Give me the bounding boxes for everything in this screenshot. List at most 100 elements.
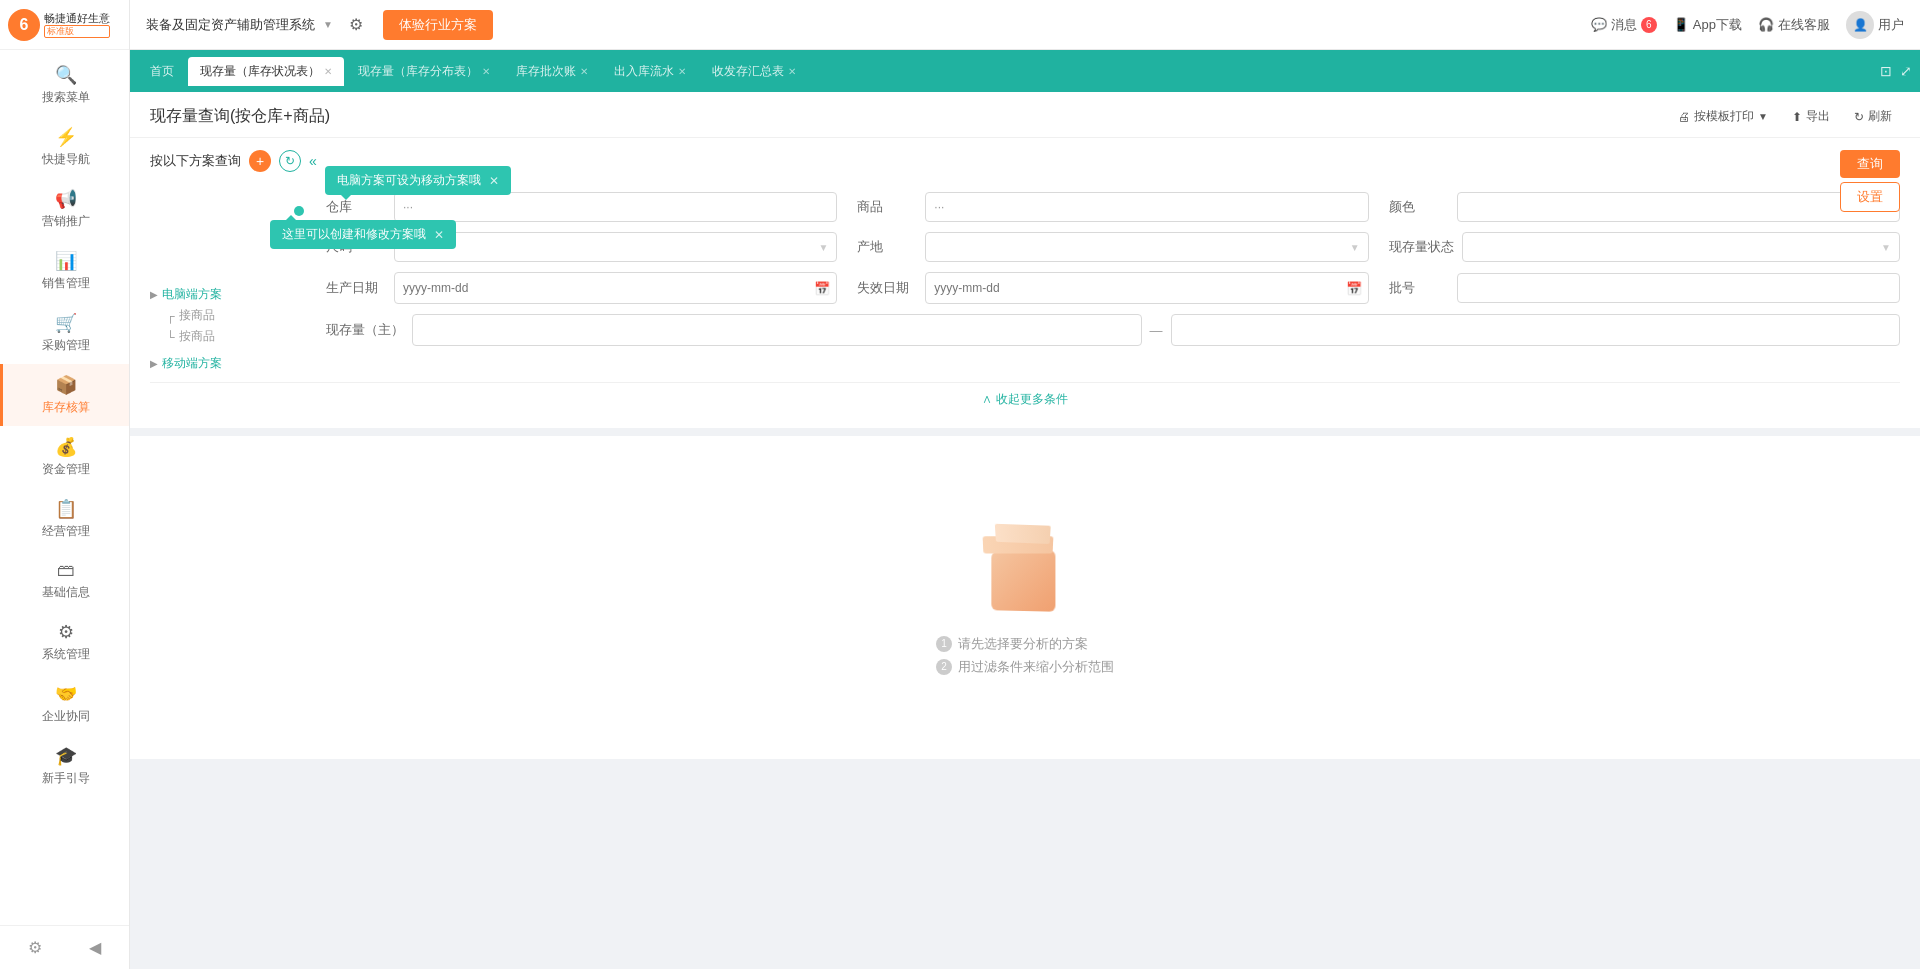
app-download-item[interactable]: 📱 App下载 [1673,16,1742,34]
tab-inventory-dist-close[interactable]: ✕ [482,66,490,77]
filter-expire-date: 失效日期 📅 [857,272,1368,304]
logo-badge: 标准版 [44,25,110,39]
header-settings-icon[interactable]: ⚙ [349,15,363,34]
sidebar-item-search-menu[interactable]: 🔍 搜索菜单 [0,54,129,116]
quantity-dash: — [1150,323,1163,338]
expire-date-input[interactable] [926,273,1339,303]
sidebar-item-finance[interactable]: 💰 资金管理 [0,426,129,488]
print-label: 按模板打印 [1694,108,1754,125]
tab-in-out-flow-close[interactable]: ✕ [678,66,686,77]
sidebar-item-label: 系统管理 [42,646,90,663]
content-separator [130,428,1920,436]
print-icon: 🖨 [1678,110,1690,124]
expire-date-label: 失效日期 [857,279,917,297]
search-button[interactable]: 查询 [1840,150,1900,178]
inventory-icon: 📦 [55,374,77,396]
tab-receipt-summary[interactable]: 收发存汇总表 ✕ [700,57,808,86]
sidebar-item-base-info[interactable]: 🗃 基础信息 [0,550,129,611]
sidebar-item-label: 快捷导航 [42,151,90,168]
tab-receipt-summary-close[interactable]: ✕ [788,66,796,77]
tab-bar-right-actions: ⊡ ⤢ [1880,63,1912,79]
tree-mobile-group[interactable]: ▶ 移动端方案 [150,353,310,374]
app-download-icon: 📱 [1673,17,1689,32]
tree-sub-item1[interactable]: ┌ 接商品 [166,305,310,326]
goods-select[interactable]: ··· [925,192,1368,222]
origin-chevron-icon: ▼ [1350,242,1360,253]
sidebar-item-operation[interactable]: 📋 经营管理 [0,488,129,550]
hint-1-text: 请先选择要分析的方案 [958,632,1088,655]
tab-inventory-status[interactable]: 现存量（库存状况表） ✕ [188,57,344,86]
app-download-label: App下载 [1693,16,1742,34]
main-area: 装备及固定资产辅助管理系统 ▼ ⚙ 体验行业方案 💬 消息 6 📱 App下载 … [130,0,1920,969]
sidebar-item-label: 营销推广 [42,213,90,230]
filter-warehouse: 仓库 ··· [326,192,837,222]
empty-text: 1 请先选择要分析的方案 2 用过滤条件来缩小分析范围 [936,632,1114,679]
settings-footer-btn[interactable]: ⚙ [24,934,46,961]
sidebar-item-purchase[interactable]: 🛒 采购管理 [0,302,129,364]
quantity-max-wrap [1171,314,1901,346]
origin-select[interactable]: ▼ [925,232,1368,262]
sidebar-item-quick-nav[interactable]: ⚡ 快捷导航 [0,116,129,178]
collapse-sidebar-btn[interactable]: ◀ [85,934,105,961]
user-item[interactable]: 👤 用户 [1846,11,1904,39]
produce-date-input[interactable] [395,273,808,303]
refresh-btn[interactable]: ↻ 刷新 [1846,104,1900,129]
tab-home-label: 首页 [150,63,174,80]
size-chevron-icon: ▼ [818,242,828,253]
hint-2-text: 用过滤条件来缩小分析范围 [958,655,1114,678]
size-select[interactable]: ▼ [394,232,837,262]
add-tooltip-close[interactable]: ✕ [489,174,499,188]
settings-button[interactable]: 设置 [1840,182,1900,212]
quantity-min-input[interactable] [413,315,1141,345]
filter-refresh-btn[interactable]: ↻ [279,150,301,172]
system-name: 装备及固定资产辅助管理系统 [146,16,315,34]
export-btn[interactable]: ⬆ 导出 [1784,104,1838,129]
sidebar-item-label: 经营管理 [42,523,90,540]
quantity-max-input[interactable] [1172,315,1900,345]
print-template-btn[interactable]: 🖨 按模板打印 ▼ [1670,104,1776,129]
online-service-item[interactable]: 🎧 在线客服 [1758,16,1830,34]
solution-button[interactable]: 体验行业方案 [383,10,493,40]
stock-status-chevron-icon: ▼ [1881,242,1891,253]
restore-icon[interactable]: ⊡ [1880,63,1892,79]
sidebar-item-marketing[interactable]: 📢 营销推广 [0,178,129,240]
produce-date-cal-icon[interactable]: 📅 [808,281,836,296]
tree-sub-label1: 接商品 [179,307,215,324]
tab-batch-ledger-close[interactable]: ✕ [580,66,588,77]
sidebar-item-sales[interactable]: 📊 销售管理 [0,240,129,302]
batch-input[interactable] [1457,273,1900,303]
stock-status-select[interactable]: ▼ [1462,232,1900,262]
expand-icon[interactable]: ⤢ [1900,63,1912,79]
tree-pc-label: 电脑端方案 [162,286,222,303]
expire-date-input-wrap: 📅 [925,272,1368,304]
tab-batch-ledger[interactable]: 库存批次账 ✕ [504,57,600,86]
filter-area: 按以下方案查询 + ↻ « 电脑方案可设为移动方案哦 ✕ 这里可以创建和修改方案… [130,138,1920,428]
sidebar-item-newbie[interactable]: 🎓 新手引导 [0,735,129,797]
goods-dots: ··· [934,200,944,214]
tab-in-out-flow[interactable]: 出入库流水 ✕ [602,57,698,86]
tab-receipt-summary-label: 收发存汇总表 [712,63,784,80]
system-selector[interactable]: 装备及固定资产辅助管理系统 ▼ [146,16,333,34]
warehouse-select[interactable]: ··· [394,192,837,222]
finance-icon: 💰 [55,436,77,458]
tab-inventory-status-close[interactable]: ✕ [324,66,332,77]
tree-sub-item2[interactable]: └ 按商品 [166,326,310,347]
filter-add-btn[interactable]: + [249,150,271,172]
sidebar-item-enterprise[interactable]: 🤝 企业协同 [0,673,129,735]
expire-date-cal-icon[interactable]: 📅 [1340,281,1368,296]
export-label: 导出 [1806,108,1830,125]
color-select[interactable]: ▼ [1457,192,1900,222]
tab-home[interactable]: 首页 [138,57,186,86]
edit-tooltip-close[interactable]: ✕ [434,228,444,242]
top-header: 装备及固定资产辅助管理系统 ▼ ⚙ 体验行业方案 💬 消息 6 📱 App下载 … [130,0,1920,50]
message-item[interactable]: 💬 消息 6 [1591,16,1657,34]
tab-inventory-dist[interactable]: 现存量（库存分布表） ✕ [346,57,502,86]
tree-pc-group[interactable]: ▶ 电脑端方案 [150,284,310,305]
export-icon: ⬆ [1792,110,1802,124]
sidebar-item-inventory[interactable]: 📦 库存核算 [0,364,129,426]
filter-arrow-btn[interactable]: « [309,153,317,169]
filter-label: 按以下方案查询 [150,152,241,170]
box-top [995,524,1051,544]
collapse-bar[interactable]: ∧ 收起更多条件 [150,382,1900,416]
sidebar-item-system[interactable]: ⚙ 系统管理 [0,611,129,673]
